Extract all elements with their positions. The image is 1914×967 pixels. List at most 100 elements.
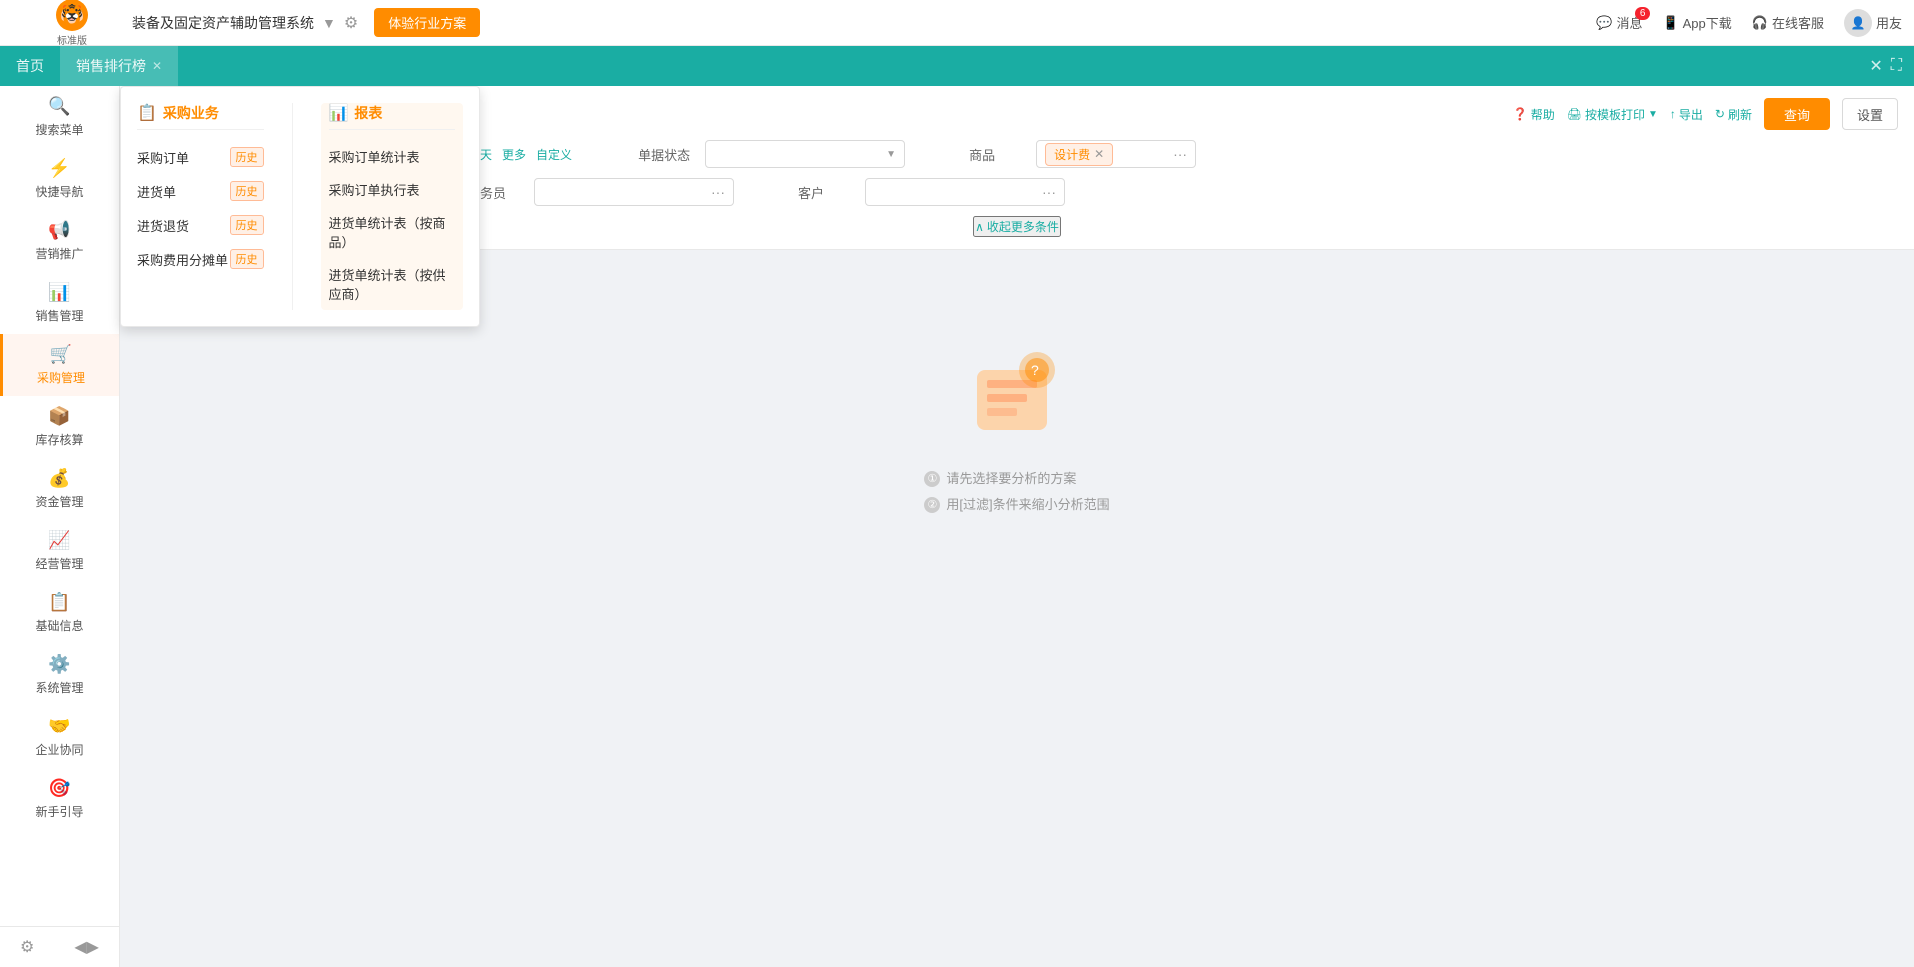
sidebar-item-finance[interactable]: 💰 资金管理 bbox=[0, 458, 119, 520]
purchase-col-icon: 📋 bbox=[137, 103, 157, 123]
enterprise-icon: 🤝 bbox=[48, 716, 70, 737]
industry-button[interactable]: 体验行业方案 bbox=[374, 8, 480, 37]
inbound-label: 进货单 bbox=[137, 182, 176, 201]
purchase-icon: 🛒 bbox=[50, 344, 72, 365]
tip1-text: 请先选择要分析的方案 bbox=[946, 466, 1076, 492]
headset-icon: 🎧 bbox=[1752, 15, 1768, 31]
tab-bar-actions: ✕ ⛶ bbox=[1869, 56, 1914, 76]
export-button[interactable]: ↑ 导出 bbox=[1670, 106, 1703, 123]
sidebar-item-marketing-label: 营销推广 bbox=[35, 245, 83, 262]
voucher-status-label: 单据状态 bbox=[638, 145, 693, 164]
chevron-down-icon[interactable]: ▼ bbox=[322, 15, 336, 31]
dropdown-item-expense[interactable]: 采购费用分摊单 历史 bbox=[137, 242, 264, 276]
refresh-button[interactable]: ↻ 刷新 bbox=[1715, 106, 1752, 123]
system-name-text: 装备及固定资产辅助管理系统 bbox=[132, 13, 314, 33]
app-download-item[interactable]: 📱 App下载 bbox=[1662, 13, 1731, 32]
print-button[interactable]: 🖨 按模板打印 ▼ bbox=[1567, 106, 1658, 123]
sidebar-item-quicknav[interactable]: ⚡ 快捷导航 bbox=[0, 148, 119, 210]
purchase-order-label: 采购订单 bbox=[137, 148, 189, 167]
sidebar-item-finance-label: 资金管理 bbox=[35, 493, 83, 510]
inbound-stats-supplier-label: 进货单统计表（按供应商） bbox=[329, 265, 456, 303]
customer-dots-btn[interactable]: ··· bbox=[1042, 184, 1056, 200]
dropdown-item-inbound-stats-supplier[interactable]: 进货单统计表（按供应商） bbox=[329, 258, 456, 310]
dropdown-col-purchase: 📋 采购业务 采购订单 历史 进货单 历史 进货退货 历史 采购费用分摊单 历史 bbox=[137, 103, 264, 310]
sidebar-item-beginner-label: 新手引导 bbox=[35, 803, 83, 820]
goods-tag-close[interactable]: ✕ bbox=[1094, 147, 1104, 161]
dropdown-item-return[interactable]: 进货退货 历史 bbox=[137, 208, 264, 242]
logo-icon: 🐯 bbox=[56, 0, 88, 31]
sidebar-item-beginner[interactable]: 🎯 新手引导 bbox=[0, 768, 119, 830]
sidebar-item-marketing[interactable]: 📢 营销推广 bbox=[0, 210, 119, 272]
expense-label: 采购费用分摊单 bbox=[137, 250, 228, 269]
export-label: 导出 bbox=[1679, 106, 1703, 123]
tab-home[interactable]: 首页 bbox=[0, 46, 60, 86]
empty-illustration: ? bbox=[957, 330, 1077, 450]
close-tab-icon[interactable]: ✕ bbox=[152, 59, 162, 73]
sidebar-item-operations[interactable]: 📈 经营管理 bbox=[0, 520, 119, 582]
tip-item-1: ① 请先选择要分析的方案 bbox=[924, 466, 1109, 492]
maximize-icon[interactable]: ⛶ bbox=[1891, 57, 1902, 75]
sidebar-item-enterprise-label: 企业协同 bbox=[35, 741, 83, 758]
history-tag-1: 历史 bbox=[230, 181, 264, 201]
search-icon: 🔍 bbox=[48, 96, 70, 117]
export-icon: ↑ bbox=[1670, 107, 1676, 121]
salesperson-dots-btn[interactable]: ··· bbox=[711, 184, 725, 200]
history-tag-3: 历史 bbox=[230, 249, 264, 269]
dropdown-item-order-stats[interactable]: 采购订单统计表 bbox=[329, 140, 456, 173]
app-download-label: App下载 bbox=[1683, 13, 1732, 32]
sidebar-item-operations-label: 经营管理 bbox=[35, 555, 83, 572]
order-stats-label: 采购订单统计表 bbox=[329, 147, 420, 166]
sidebar-item-purchase-label: 采购管理 bbox=[37, 369, 85, 386]
logo-subtext: 标准版 bbox=[57, 32, 87, 47]
dropdown-col2-title: 📊 报表 bbox=[329, 103, 456, 130]
sidebar-item-enterprise[interactable]: 🤝 企业协同 bbox=[0, 706, 119, 768]
user-area[interactable]: 👤 用友 bbox=[1844, 9, 1902, 37]
message-badge: 6 bbox=[1635, 7, 1651, 20]
sidebar-collapse-icon[interactable]: ◀▶ bbox=[74, 937, 99, 957]
logo-area: 🐯 标准版 bbox=[12, 0, 132, 47]
help-label: 帮助 bbox=[1531, 106, 1555, 123]
quicknav-icon: ⚡ bbox=[48, 158, 70, 179]
quick-date-more[interactable]: 更多 bbox=[500, 146, 528, 163]
inbound-stats-goods-label: 进货单统计表（按商品） bbox=[329, 213, 456, 251]
sidebar-item-purchase[interactable]: 🛒 采购管理 bbox=[0, 334, 119, 396]
voucher-status-chevron[interactable]: ▼ bbox=[886, 149, 896, 160]
sidebar-item-system[interactable]: ⚙️ 系统管理 bbox=[0, 644, 119, 706]
phone-icon: 📱 bbox=[1662, 15, 1678, 31]
sidebar-item-inventory[interactable]: 📦 库存核算 bbox=[0, 396, 119, 458]
collapse-button[interactable]: ∧ 收起更多条件 bbox=[973, 216, 1061, 237]
dropdown-item-inbound[interactable]: 进货单 历史 bbox=[137, 174, 264, 208]
dropdown-item-order-exec[interactable]: 采购订单执行表 bbox=[329, 173, 456, 206]
system-icon: ⚙️ bbox=[48, 654, 70, 675]
tab-sales-ranking[interactable]: 销售排行榜 ✕ bbox=[60, 46, 178, 86]
dropdown-separator bbox=[292, 103, 293, 310]
help-button[interactable]: ❓ 帮助 bbox=[1513, 106, 1555, 123]
sidebar-item-sales[interactable]: 📊 销售管理 bbox=[0, 272, 119, 334]
refresh-icon: ↻ bbox=[1715, 107, 1725, 121]
dropdown-cols: 📋 采购业务 采购订单 历史 进货单 历史 进货退货 历史 采购费用分摊单 历史 bbox=[137, 103, 463, 310]
query-button[interactable]: 查询 bbox=[1764, 98, 1830, 130]
dropdown-item-inbound-stats-goods[interactable]: 进货单统计表（按商品） bbox=[329, 206, 456, 258]
online-service-item[interactable]: 🎧 在线客服 bbox=[1752, 13, 1824, 32]
goods-dots-btn[interactable]: ··· bbox=[1173, 146, 1187, 162]
sidebar-item-search[interactable]: 🔍 搜索菜单 bbox=[0, 86, 119, 148]
sidebar-settings-icon[interactable]: ⚙ bbox=[20, 937, 34, 957]
beginner-icon: 🎯 bbox=[48, 778, 70, 799]
collapse-up-icon: ∧ bbox=[975, 220, 984, 234]
sidebar-item-quicknav-label: 快捷导航 bbox=[35, 183, 83, 200]
sidebar-item-system-label: 系统管理 bbox=[35, 679, 83, 696]
sidebar-item-search-label: 搜索菜单 bbox=[35, 121, 83, 138]
setting-button[interactable]: 设置 bbox=[1842, 98, 1898, 130]
sidebar-item-basic-info[interactable]: 📋 基础信息 bbox=[0, 582, 119, 644]
goods-tag: 设计费 ✕ bbox=[1045, 143, 1113, 166]
close-window-icon[interactable]: ✕ bbox=[1869, 56, 1882, 76]
quick-date-custom[interactable]: 自定义 bbox=[534, 146, 574, 163]
dropdown-col1-title-text: 采购业务 bbox=[163, 103, 219, 123]
message-icon-item[interactable]: 💬 消息 6 bbox=[1596, 13, 1642, 32]
header-right: 💬 消息 6 📱 App下载 🎧 在线客服 👤 用友 bbox=[1596, 9, 1902, 37]
refresh-label: 刷新 bbox=[1728, 106, 1752, 123]
return-label: 进货退货 bbox=[137, 216, 189, 235]
gear-icon[interactable]: ⚙ bbox=[344, 13, 358, 33]
dropdown-item-purchase-order[interactable]: 采购订单 历史 bbox=[137, 140, 264, 174]
tab-home-label: 首页 bbox=[16, 56, 44, 76]
